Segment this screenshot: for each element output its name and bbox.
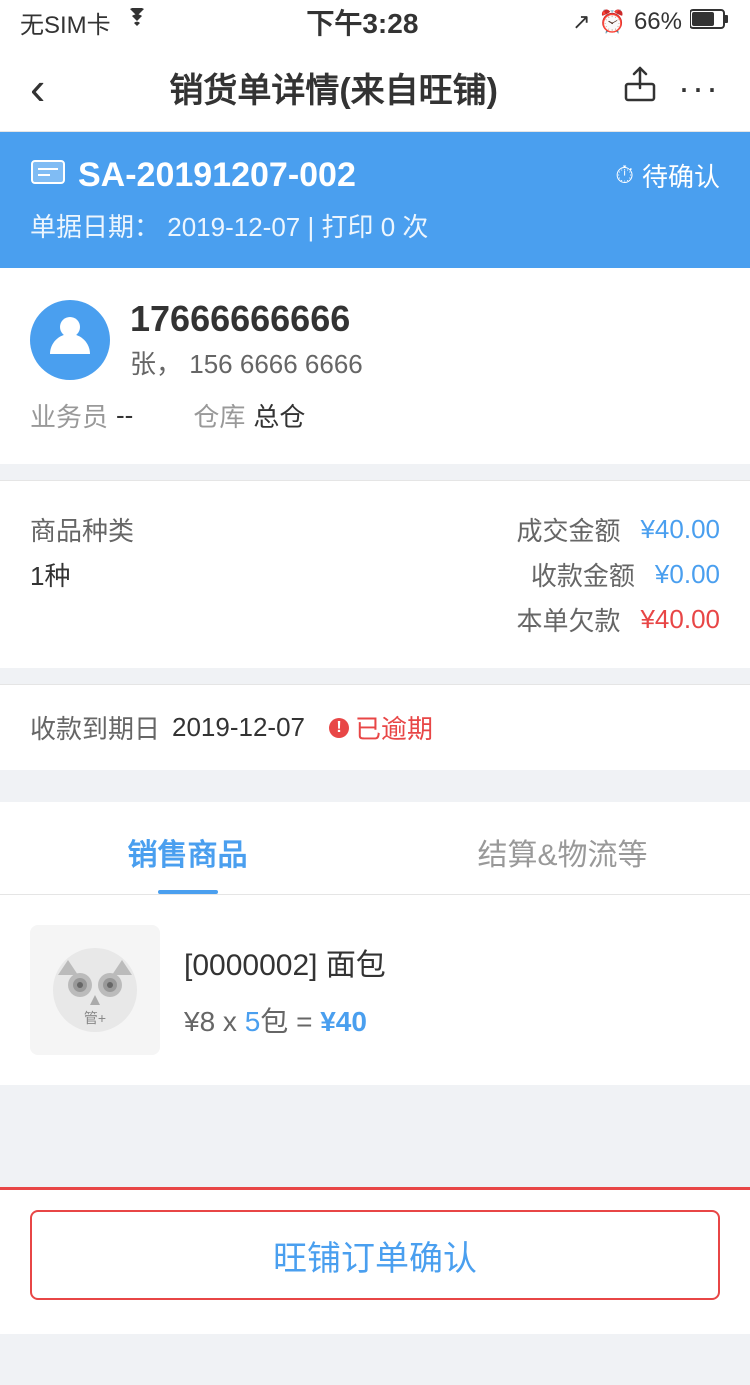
- status-bar-right: ↗ ⏰ 66%: [572, 8, 730, 37]
- svg-text:管+: 管+: [84, 1010, 106, 1026]
- nav-bar: ‹ 销货单详情(来自旺铺) ···: [0, 44, 750, 132]
- tabs: 销售商品 结算&物流等: [0, 802, 750, 895]
- share-icon[interactable]: [622, 66, 658, 110]
- overdue-label: 已逾期: [355, 709, 433, 746]
- overdue-icon: !: [329, 718, 349, 738]
- product-total: ¥40: [320, 1006, 367, 1037]
- customer-top: 17666666666 张， 156 6666 6666: [30, 298, 720, 381]
- more-icon[interactable]: ···: [678, 67, 720, 109]
- bottom-bar: 旺铺订单确认: [0, 1187, 750, 1334]
- alarm-icon: ⏰: [599, 9, 626, 35]
- summary-right: 成交金额 ¥40.00 收款金额 ¥0.00 本单欠款 ¥40.00: [516, 511, 720, 638]
- status-bar: 无SIM卡 下午3:28 ↗ ⏰ 66%: [0, 0, 750, 44]
- debt-label: 本单欠款: [516, 601, 620, 638]
- confirm-button[interactable]: 旺铺订单确认: [30, 1210, 720, 1300]
- product-price: ¥8 x 5包 = ¥40: [184, 1000, 720, 1040]
- debt-row: 本单欠款 ¥40.00: [516, 601, 720, 638]
- salesperson-item: 业务员 --: [30, 397, 133, 434]
- salesperson-value: --: [116, 400, 133, 431]
- warehouse-label: 仓库: [193, 397, 245, 434]
- due-date-label: 收款到期日: [30, 709, 160, 746]
- tabs-container: 销售商品 结算&物流等: [0, 802, 750, 1085]
- battery-icon: [690, 8, 730, 37]
- due-date-card: 收款到期日 2019-12-07 ! 已逾期: [0, 685, 750, 770]
- amount-label: 成交金额: [516, 511, 620, 548]
- customer-phone: 17666666666: [130, 298, 363, 340]
- warehouse-item: 仓库 总仓: [193, 397, 305, 434]
- status-bar-time: 下午3:28: [306, 2, 418, 42]
- salesperson-label: 业务员: [30, 397, 108, 434]
- amount-value: ¥40.00: [640, 514, 720, 545]
- clock-icon: ⏱: [615, 162, 634, 190]
- carrier-label: 无SIM卡: [20, 5, 111, 40]
- back-icon[interactable]: ‹: [30, 61, 45, 115]
- product-logo: 管+: [50, 945, 140, 1035]
- type-value: 1种: [30, 556, 134, 593]
- tab-sales-products[interactable]: 销售商品: [0, 802, 375, 894]
- user-icon: [45, 309, 95, 371]
- product-info: [0000002] 面包 ¥8 x 5包 = ¥40: [184, 940, 720, 1040]
- received-label: 收款金额: [531, 556, 635, 593]
- order-date-line: 单据日期： 2019-12-07 | 打印 0 次: [30, 207, 720, 244]
- customer-card: 17666666666 张， 156 6666 6666 业务员 -- 仓库 总…: [0, 268, 750, 464]
- customer-meta: 业务员 -- 仓库 总仓: [30, 397, 720, 434]
- customer-name: 张， 156 6666 6666: [130, 344, 363, 381]
- section-divider: [0, 786, 750, 802]
- nav-title: 销货单详情(来自旺铺): [45, 63, 622, 112]
- product-item: 管+ [0000002] 面包 ¥8 x 5包 = ¥40: [0, 895, 750, 1085]
- product-qty: 5: [245, 1006, 261, 1037]
- battery-label: 66%: [634, 8, 682, 36]
- order-header: SA-20191207-002 ⏱ 待确认 单据日期： 2019-12-07 |…: [0, 132, 750, 268]
- received-value: ¥0.00: [655, 559, 720, 590]
- order-icon: [30, 157, 66, 195]
- order-number: SA-20191207-002: [30, 156, 356, 195]
- tab-settlement[interactable]: 结算&物流等: [375, 802, 750, 894]
- order-status: ⏱ 待确认: [615, 157, 720, 194]
- due-date-value: 2019-12-07: [172, 712, 305, 743]
- amount-row: 成交金额 ¥40.00: [516, 511, 720, 548]
- customer-info: 17666666666 张， 156 6666 6666: [130, 298, 363, 381]
- summary-card: 商品种类 1种 成交金额 ¥40.00 收款金额 ¥0.00 本单欠款 ¥40.…: [0, 481, 750, 668]
- type-label: 商品种类: [30, 511, 134, 548]
- nav-back[interactable]: ‹: [30, 61, 45, 115]
- avatar: [30, 300, 110, 380]
- warehouse-value: 总仓: [253, 397, 305, 434]
- order-header-top: SA-20191207-002 ⏱ 待确认: [30, 156, 720, 195]
- status-bar-left: 无SIM卡: [20, 5, 153, 40]
- debt-value: ¥40.00: [640, 604, 720, 635]
- location-icon: ↗: [572, 9, 590, 35]
- overdue-badge: ! 已逾期: [329, 709, 433, 746]
- product-name: [0000002] 面包: [184, 940, 720, 984]
- nav-actions: ···: [622, 66, 720, 110]
- summary-left: 商品种类 1种: [30, 511, 134, 593]
- received-row: 收款金额 ¥0.00: [531, 556, 720, 593]
- product-thumbnail: 管+: [30, 925, 160, 1055]
- wifi-icon: [121, 8, 153, 37]
